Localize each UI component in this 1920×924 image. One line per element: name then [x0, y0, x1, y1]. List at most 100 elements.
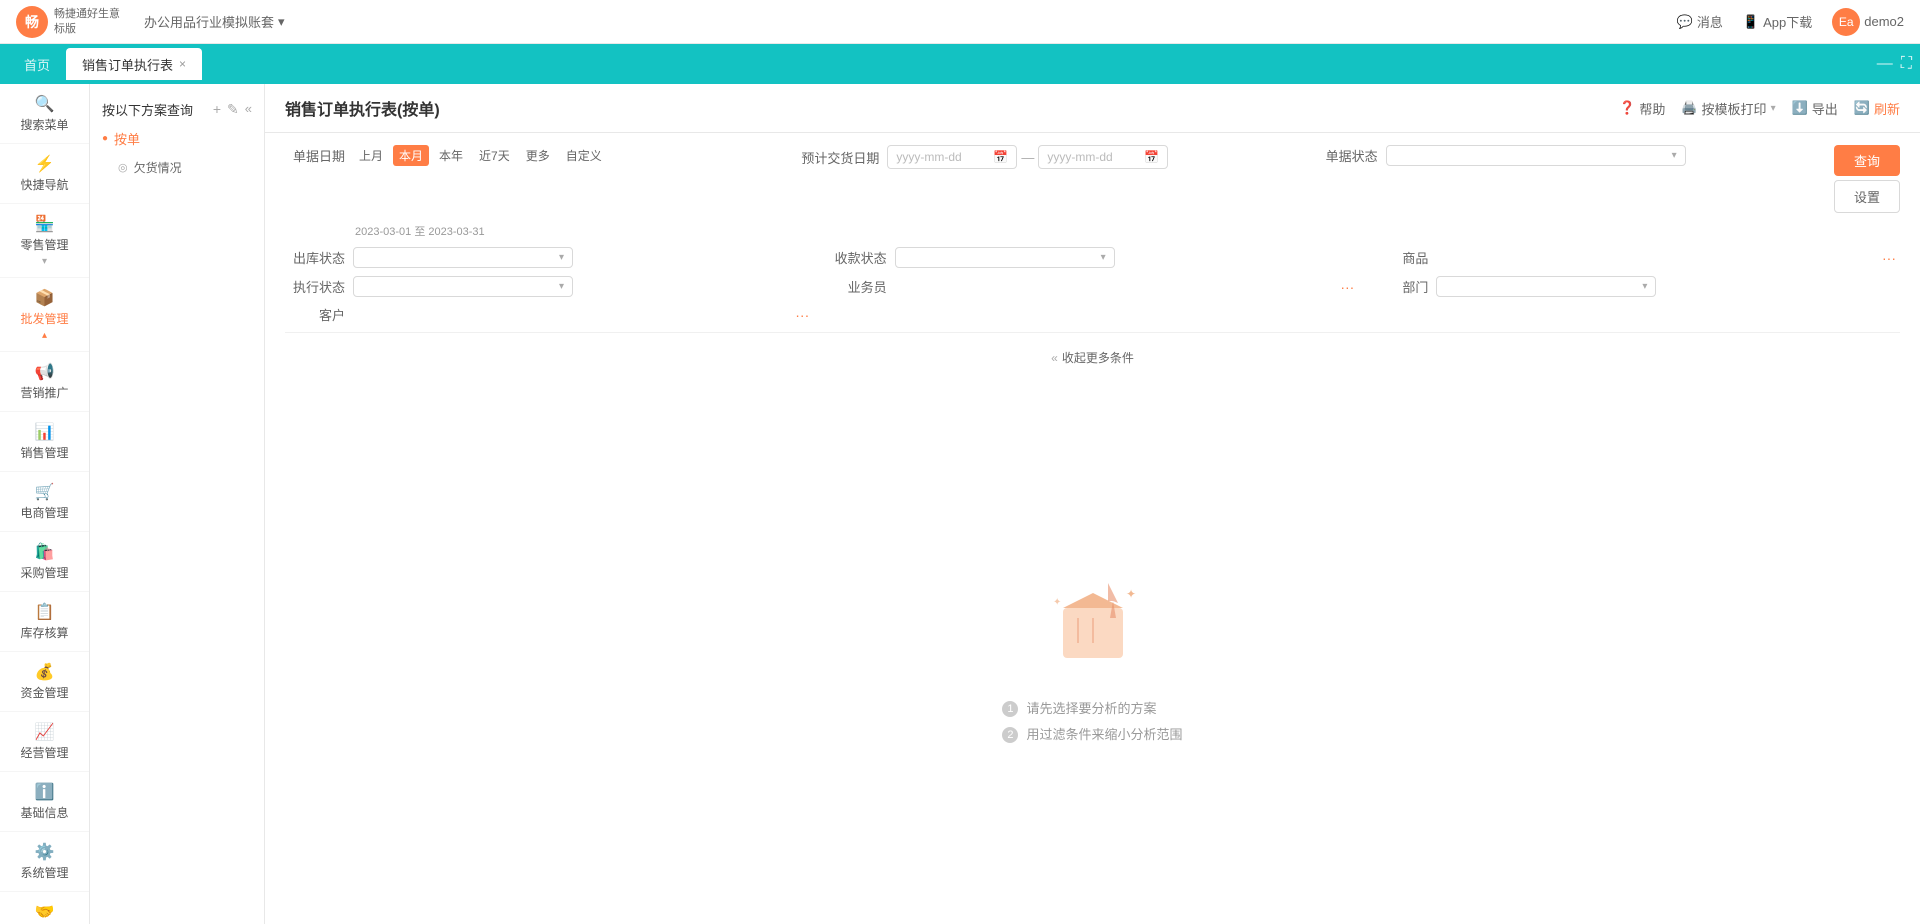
- wholesale-icon: 📦: [4, 288, 85, 308]
- date-btn-7days[interactable]: 近7天: [473, 145, 516, 166]
- empty-step-2: 2 用过滤条件来缩小分析范围: [1002, 722, 1182, 748]
- print-button[interactable]: 🖨️ 按模板打印 ▾: [1681, 99, 1775, 118]
- goods-dots[interactable]: ···: [1878, 250, 1900, 266]
- export-icon: ⬇️: [1792, 100, 1808, 116]
- sidebar-item-marketing[interactable]: 📢 营销推广: [0, 352, 89, 412]
- left-panel-header: 按以下方案查询 + ✎ «: [90, 94, 264, 123]
- plan-item-dot: ●: [102, 133, 108, 144]
- sidebar-item-ecommerce[interactable]: 🛒 电商管理: [0, 472, 89, 532]
- expected-date-from-input[interactable]: yyyy-mm-dd 📅: [887, 145, 1017, 169]
- tab-bar: 首页 销售订单执行表 × — ⛶: [0, 44, 1920, 84]
- sidebar-item-finance[interactable]: 💰 资金管理: [0, 652, 89, 712]
- date-btn-last-month[interactable]: 上月: [353, 145, 389, 166]
- plan-item-by-order[interactable]: ● 按单: [90, 123, 264, 154]
- empty-state: ✦ ✦ 1 请先选择要分析的方案 2 用过滤条件来缩小分析范围: [265, 386, 1920, 924]
- page-title: 销售订单执行表(按单): [285, 96, 440, 120]
- sidebar-item-basic-info[interactable]: ℹ️ 基础信息: [0, 772, 89, 832]
- left-panel-actions: + ✎ «: [213, 101, 252, 118]
- date-label: 单据日期: [285, 146, 345, 165]
- tab-minimize-icon[interactable]: —: [1877, 55, 1893, 73]
- expected-date-label: 预计交货日期: [801, 148, 879, 167]
- date-btn-this-year[interactable]: 本年: [433, 145, 469, 166]
- sales-icon: 📊: [4, 422, 85, 442]
- date-range-display: 2023-03-01 至 2023-03-31: [285, 221, 1900, 239]
- salesman-dots[interactable]: ···: [1336, 279, 1358, 295]
- main-layout: 🔍 搜索菜单 ⚡ 快捷导航 🏪 零售管理 ▾ 📦 批发管理 ▴ 📢 营销推广 📊…: [0, 84, 1920, 924]
- filter-execute: 执行状态 ▾: [285, 276, 827, 297]
- dept-dropdown-icon: ▾: [1642, 281, 1647, 292]
- sidebar-item-purchase[interactable]: 🛍️ 采购管理: [0, 532, 89, 592]
- execute-label: 执行状态: [285, 277, 345, 296]
- filter-row-3: 执行状态 ▾ 业务员 ··· 部门 ▾: [285, 276, 1900, 297]
- sidebar-item-system[interactable]: ⚙️ 系统管理: [0, 832, 89, 892]
- dept-label: 部门: [1368, 277, 1428, 296]
- header-left: 畅 畅捷通好生意 标版 办公用品行业模拟账套 ▾: [16, 6, 285, 38]
- tab-maximize-icon[interactable]: ⛶: [1901, 55, 1912, 73]
- basic-info-icon: ℹ️: [4, 782, 85, 802]
- sub-item-shortage[interactable]: ◎ 欠货情况: [90, 154, 264, 181]
- date-btn-more[interactable]: 更多: [520, 145, 556, 166]
- collapse-button[interactable]: « 收起更多条件: [1043, 341, 1142, 374]
- sidebar-item-quick-nav[interactable]: ⚡ 快捷导航: [0, 144, 89, 204]
- app-download-button[interactable]: 📱 App下载: [1743, 12, 1812, 31]
- customer-dots[interactable]: ···: [791, 307, 813, 323]
- filter-goods: 商品 ···: [1368, 248, 1900, 267]
- expected-date-to-input[interactable]: yyyy-mm-dd 📅: [1038, 145, 1168, 169]
- execute-select[interactable]: ▾: [353, 276, 573, 297]
- enterprise-icon: 🤝: [4, 902, 85, 922]
- print-icon: 🖨️: [1681, 100, 1697, 116]
- add-plan-button[interactable]: +: [213, 101, 221, 118]
- collect-select[interactable]: ▾: [895, 247, 1115, 268]
- date-btn-custom[interactable]: 自定义: [560, 145, 608, 166]
- sidebar-item-sales[interactable]: 📊 销售管理: [0, 412, 89, 472]
- app-download-icon: 📱: [1743, 14, 1759, 30]
- date-btn-this-month[interactable]: 本月: [393, 145, 429, 166]
- step-num-1: 1: [1002, 701, 1018, 717]
- refresh-button[interactable]: 🔄 刷新: [1854, 99, 1900, 118]
- export-button[interactable]: ⬇️ 导出: [1792, 99, 1838, 118]
- sidebar-item-enterprise[interactable]: 🤝 企业协同: [0, 892, 89, 924]
- query-button[interactable]: 查询: [1834, 145, 1900, 176]
- sidebar-item-inventory[interactable]: 📋 库存核算: [0, 592, 89, 652]
- collapse-up-icon: «: [1051, 351, 1058, 365]
- collapse-panel-button[interactable]: «: [245, 101, 252, 118]
- status-select[interactable]: ▾: [1386, 145, 1686, 166]
- system-icon: ⚙️: [4, 842, 85, 862]
- avatar: Ea: [1832, 8, 1860, 36]
- page-header-actions: ❓ 帮助 🖨️ 按模板打印 ▾ ⬇️ 导出 🔄 刷新: [1619, 99, 1900, 118]
- marketing-icon: 📢: [4, 362, 85, 382]
- logo-text: 畅捷通好生意 标版: [54, 7, 120, 36]
- sidebar-item-operation[interactable]: 📈 经营管理: [0, 712, 89, 772]
- tab-home[interactable]: 首页: [8, 48, 66, 80]
- sidebar-item-wholesale[interactable]: 📦 批发管理 ▴: [0, 278, 89, 352]
- print-dropdown-icon: ▾: [1771, 103, 1776, 114]
- message-button[interactable]: 💬 消息: [1677, 12, 1723, 31]
- refresh-icon: 🔄: [1854, 100, 1870, 116]
- edit-plan-button[interactable]: ✎: [227, 101, 239, 118]
- inventory-icon: 📋: [4, 602, 85, 622]
- user-area[interactable]: Ea demo2: [1832, 8, 1904, 36]
- logo-icon: 畅: [16, 6, 48, 38]
- goods-label: 商品: [1368, 248, 1428, 267]
- dept-select[interactable]: ▾: [1436, 276, 1656, 297]
- empty-step-1: 1 请先选择要分析的方案: [1002, 696, 1182, 722]
- sidebar-item-retail[interactable]: 🏪 零售管理 ▾: [0, 204, 89, 278]
- tab-close-icon[interactable]: ×: [179, 57, 186, 71]
- execute-dropdown-icon: ▾: [559, 281, 564, 292]
- setting-button[interactable]: 设置: [1834, 180, 1900, 213]
- operation-icon: 📈: [4, 722, 85, 742]
- sidebar-item-search[interactable]: 🔍 搜索菜单: [0, 84, 89, 144]
- status-label: 单据状态: [1318, 146, 1378, 165]
- sidebar: 🔍 搜索菜单 ⚡ 快捷导航 🏪 零售管理 ▾ 📦 批发管理 ▴ 📢 营销推广 📊…: [0, 84, 90, 924]
- svg-text:✦: ✦: [1126, 587, 1136, 601]
- filter-salesman: 业务员 ···: [827, 277, 1369, 296]
- collapse-section: « 收起更多条件: [285, 332, 1900, 374]
- help-button[interactable]: ❓ 帮助: [1619, 99, 1665, 118]
- message-icon: 💬: [1677, 14, 1693, 30]
- filter-row-2: 出库状态 ▾ 收款状态 ▾ 商品 ···: [285, 247, 1900, 268]
- breadcrumb[interactable]: 办公用品行业模拟账套 ▾: [144, 12, 285, 31]
- out-stock-label: 出库状态: [285, 248, 345, 267]
- out-stock-select[interactable]: ▾: [353, 247, 573, 268]
- tab-sales-order[interactable]: 销售订单执行表 ×: [66, 48, 202, 80]
- left-panel: 按以下方案查询 + ✎ « ● 按单 ◎ 欠货情况: [90, 84, 265, 924]
